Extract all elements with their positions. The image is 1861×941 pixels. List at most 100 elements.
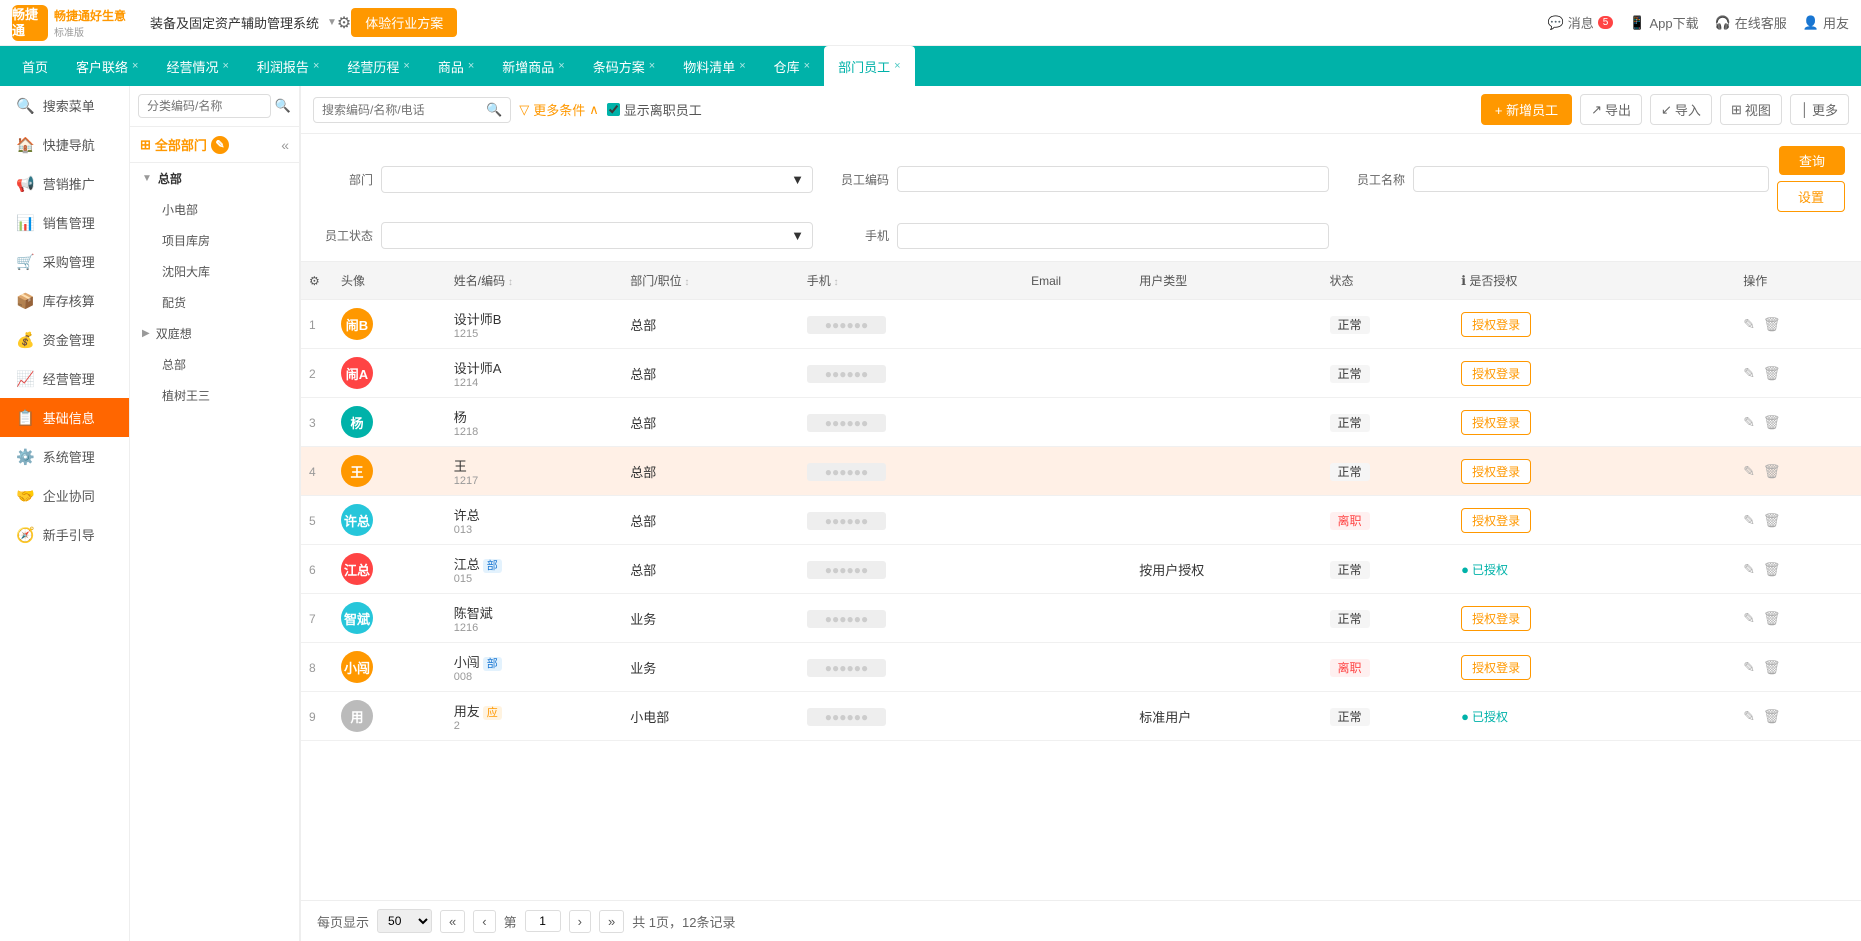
edit-icon[interactable]: ✎ (1743, 659, 1755, 676)
close-icon[interactable]: × (894, 60, 900, 72)
prev-page-btn[interactable]: ‹ (473, 910, 495, 933)
emp-name-input[interactable] (1413, 166, 1769, 192)
th-settings[interactable]: ⚙ (301, 262, 333, 300)
add-employee-button[interactable]: + 新增员工 (1481, 94, 1572, 125)
auth-login-btn[interactable]: 授权登录 (1461, 361, 1531, 386)
close-icon[interactable]: × (649, 60, 655, 72)
close-icon[interactable]: × (222, 60, 228, 72)
tab-profit[interactable]: 利润报告 × (243, 46, 333, 86)
gear-icon[interactable]: ⚙ (337, 13, 351, 33)
sidebar-item-purchase[interactable]: 🛒 采购管理 (0, 242, 129, 281)
export-btn[interactable]: ↗ 导出 (1580, 94, 1642, 125)
tab-dept-staff[interactable]: 部门员工 × (824, 46, 914, 86)
auth-login-btn[interactable]: 授权登录 (1461, 312, 1531, 337)
delete-icon[interactable]: 🗑 (1763, 659, 1781, 676)
auth-login-btn[interactable]: 授权登录 (1461, 508, 1531, 533)
auth-login-btn[interactable]: 授权登录 (1461, 655, 1531, 680)
import-btn[interactable]: ↙ 导入 (1650, 94, 1712, 125)
sidebar-item-system[interactable]: ⚙️ 系统管理 (0, 437, 129, 476)
sidebar-item-sales[interactable]: 📊 销售管理 (0, 203, 129, 242)
edit-icon[interactable]: ✎ (1743, 708, 1755, 725)
close-icon[interactable]: × (739, 60, 745, 72)
edit-icon[interactable]: ✎ (1743, 365, 1755, 382)
th-dept-position[interactable]: 部门/职位 (622, 262, 798, 300)
dept-search-icon[interactable]: 🔍 (275, 98, 291, 114)
message-btn[interactable]: 💬 消息 5 (1548, 13, 1614, 32)
trial-button[interactable]: 体验行业方案 (351, 8, 457, 37)
user-btn[interactable]: 👤 用友 (1803, 13, 1849, 32)
tab-warehouse[interactable]: 仓库 × (760, 46, 824, 86)
sidebar-item-basic[interactable]: 📋 基础信息 (0, 398, 129, 437)
show-former-label[interactable]: 显示离职员工 (607, 100, 702, 119)
tab-history[interactable]: 经营历程 × (333, 46, 423, 86)
status-select[interactable]: ▼ (381, 222, 813, 249)
sidebar-item-operation[interactable]: 📈 经营管理 (0, 359, 129, 398)
search-input[interactable] (322, 103, 482, 117)
dept-item-small-elec[interactable]: 小电部 (130, 194, 299, 225)
emp-code-input[interactable] (897, 166, 1329, 192)
delete-icon[interactable]: 🗑 (1763, 512, 1781, 529)
dept-item-project[interactable]: 项目库房 (130, 225, 299, 256)
edit-icon[interactable]: ✎ (1743, 414, 1755, 431)
close-icon[interactable]: × (132, 60, 138, 72)
view-btn[interactable]: ⊞ 视图 (1720, 94, 1782, 125)
sidebar-item-quick-nav[interactable]: 🏠 快捷导航 (0, 125, 129, 164)
th-name-code[interactable]: 姓名/编码 (446, 262, 622, 300)
show-former-checkbox[interactable] (607, 103, 620, 116)
close-icon[interactable]: × (313, 60, 319, 72)
edit-icon[interactable]: ✎ (1743, 512, 1755, 529)
tab-home[interactable]: 首页 (8, 46, 62, 86)
set-button[interactable]: 设置 (1777, 181, 1845, 212)
sidebar-item-guide[interactable]: 🧭 新手引导 (0, 515, 129, 554)
tab-barcode[interactable]: 条码方案 × (579, 46, 669, 86)
dept-collapse-btn[interactable]: « (281, 137, 289, 153)
th-phone[interactable]: 手机 (799, 262, 1023, 300)
dept-select[interactable]: ▼ (381, 166, 813, 193)
delete-icon[interactable]: 🗑 (1763, 561, 1781, 578)
delete-icon[interactable]: 🗑 (1763, 708, 1781, 725)
tab-bom[interactable]: 物料清单 × (669, 46, 759, 86)
sidebar-item-finance[interactable]: 💰 资金管理 (0, 320, 129, 359)
page-input[interactable] (525, 910, 561, 932)
sidebar-item-inventory[interactable]: 📦 库存核算 (0, 281, 129, 320)
auth-login-btn[interactable]: 授权登录 (1461, 606, 1531, 631)
online-service-btn[interactable]: 🎧 在线客服 (1715, 13, 1787, 32)
delete-icon[interactable]: 🗑 (1763, 365, 1781, 382)
sidebar-item-search[interactable]: 🔍 搜索菜单 (0, 86, 129, 125)
tab-goods[interactable]: 商品 × (424, 46, 488, 86)
delete-icon[interactable]: 🗑 (1763, 414, 1781, 431)
more-btn[interactable]: │ 更多 (1790, 94, 1849, 125)
app-download-btn[interactable]: 📱 App下载 (1629, 13, 1698, 32)
next-page-btn[interactable]: › (569, 910, 591, 933)
close-icon[interactable]: × (804, 60, 810, 72)
dept-item-planting[interactable]: 植树王三 (130, 380, 299, 411)
dept-all-label[interactable]: ⊞ 全部部门 ✎ (140, 135, 229, 154)
tab-new-goods[interactable]: 新增商品 × (488, 46, 578, 86)
dept-item-headquarters[interactable]: ▼ 总部 (130, 163, 299, 194)
page-size-select[interactable]: 50 20 100 (377, 909, 432, 933)
dept-edit-icon[interactable]: ✎ (211, 136, 229, 154)
auth-login-btn[interactable]: 授权登录 (1461, 459, 1531, 484)
sidebar-item-marketing[interactable]: 📢 营销推广 (0, 164, 129, 203)
dept-item-hq2[interactable]: 总部 (130, 349, 299, 380)
close-icon[interactable]: × (403, 60, 409, 72)
first-page-btn[interactable]: « (440, 910, 465, 933)
edit-icon[interactable]: ✎ (1743, 463, 1755, 480)
phone-filter-input[interactable] (897, 223, 1329, 249)
tab-customer[interactable]: 客户联络 × (62, 46, 152, 86)
dept-item-shuangtingxiang[interactable]: ▶双庭想 (130, 318, 299, 349)
edit-icon[interactable]: ✎ (1743, 610, 1755, 627)
last-page-btn[interactable]: » (599, 910, 624, 933)
dept-item-shenyang[interactable]: 沈阳大库 (130, 256, 299, 287)
search-icon[interactable]: 🔍 (486, 102, 502, 118)
close-icon[interactable]: × (558, 60, 564, 72)
dept-search-input[interactable] (138, 94, 271, 118)
tab-operation[interactable]: 经营情况 × (152, 46, 242, 86)
dept-item-distribution[interactable]: 配货 (130, 287, 299, 318)
delete-icon[interactable]: 🗑 (1763, 610, 1781, 627)
query-button[interactable]: 查询 (1779, 146, 1845, 175)
auth-login-btn[interactable]: 授权登录 (1461, 410, 1531, 435)
delete-icon[interactable]: 🗑 (1763, 463, 1781, 480)
edit-icon[interactable]: ✎ (1743, 561, 1755, 578)
more-filter-btn[interactable]: ▽ 更多条件 ∧ (519, 100, 599, 119)
